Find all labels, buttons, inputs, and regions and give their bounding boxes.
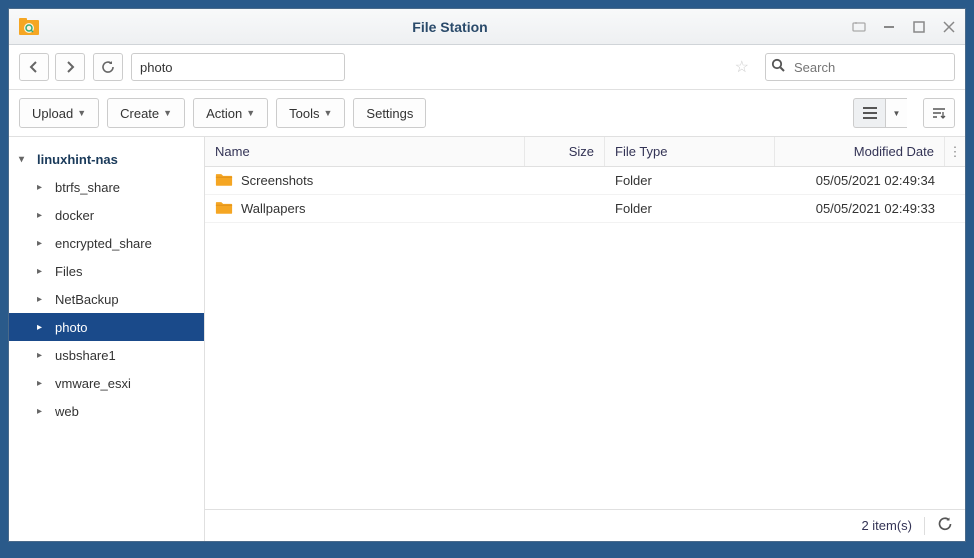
titlebar: File Station [9,9,965,45]
toolbar: Upload▼ Create▼ Action▼ Tools▼ Settings … [9,90,965,137]
sidebar-item-photo[interactable]: ▸ photo [9,313,204,341]
sidebar-item-label: usbshare1 [55,348,116,363]
tree-root-item[interactable]: ▾ linuxhint-nas [9,145,204,173]
search-icon [771,58,786,76]
help-icon[interactable] [851,19,867,35]
tree-root-label: linuxhint-nas [37,152,118,167]
table-row[interactable]: Screenshots Folder05/05/2021 02:49:34 [205,167,965,195]
app-icon [17,15,41,39]
search-input[interactable] [765,53,955,81]
minimize-icon[interactable] [881,19,897,35]
caret-down-icon: ▼ [893,109,901,118]
divider [924,517,925,535]
caret-down-icon: ▼ [246,108,255,118]
sidebar-item-label: btrfs_share [55,180,120,195]
close-icon[interactable] [941,19,957,35]
expand-right-icon: ▸ [37,406,51,417]
statusbar: 2 item(s) [205,509,965,541]
toolbar-left: Upload ▼ Create ▼ [19,98,185,128]
expand-right-icon: ▸ [37,182,51,193]
sidebar: ▾ linuxhint-nas ▸ btrfs_share ▸ docker ▸ encr… [9,137,205,541]
column-name[interactable]: Name [205,137,525,166]
sidebar-item-label: web [55,404,79,419]
column-headers: Name Size File Type Modified Date ⋮ [205,137,965,167]
window: File Station [8,8,966,542]
sidebar-item-label: vmware_esxi [55,376,131,391]
upload-button[interactable]: Upload ▼ [19,98,99,128]
sort-button[interactable] [923,98,955,128]
row-name: Wallpapers [241,201,306,216]
search-wrap [765,53,955,81]
expand-right-icon: ▸ [37,238,51,249]
row-name: Screenshots [241,173,313,188]
reload-button[interactable] [93,53,123,81]
sidebar-item-label: NetBackup [55,292,119,307]
refresh-icon[interactable] [937,516,953,535]
upload-label: Upload [32,106,73,121]
expand-right-icon: ▸ [37,322,51,333]
forward-button[interactable] [55,53,85,81]
sidebar-item-web[interactable]: ▸ web [9,397,204,425]
view-list-button[interactable] [853,98,885,128]
settings-button[interactable]: Settings [353,98,426,128]
tree-root: ▾ linuxhint-nas ▸ btrfs_share ▸ docker ▸ encr… [9,141,204,429]
window-controls [851,19,957,35]
column-size[interactable]: Size [525,137,605,166]
expand-right-icon: ▸ [37,210,51,221]
row-modified: 05/05/2021 02:49:33 [775,201,945,216]
file-rows: Screenshots Folder05/05/2021 02:49:34 Wall… [205,167,965,509]
sidebar-item-encrypted-share[interactable]: ▸ encrypted_share [9,229,204,257]
create-label: Create [120,106,159,121]
caret-down-icon: ▼ [77,108,86,118]
row-type: Folder [605,173,775,188]
action-label: Action [206,106,242,121]
row-type: Folder [605,201,775,216]
sidebar-item-label: encrypted_share [55,236,152,251]
app-title: File Station [49,19,851,35]
caret-down-icon: ▼ [324,108,333,118]
sidebar-item-label: photo [55,320,88,335]
tools-button[interactable]: Tools ▼ [276,98,345,128]
back-button[interactable] [19,53,49,81]
status-count: 2 item(s) [861,518,912,533]
action-button[interactable]: Action ▼ [193,98,268,128]
favorite-icon[interactable]: ☆ [735,57,749,77]
nav-group [19,53,85,81]
column-menu-icon[interactable]: ⋮ [945,137,965,166]
view-mode-group: ▼ [853,98,907,128]
settings-label: Settings [366,106,413,121]
sidebar-item-vmware-esxi[interactable]: ▸ vmware_esxi [9,369,204,397]
sidebar-item-docker[interactable]: ▸ docker [9,201,204,229]
sidebar-item-netbackup[interactable]: ▸ NetBackup [9,285,204,313]
sidebar-item-files[interactable]: ▸ Files [9,257,204,285]
sidebar-item-usbshare1[interactable]: ▸ usbshare1 [9,341,204,369]
expand-right-icon: ▸ [37,294,51,305]
tree-children: ▸ btrfs_share ▸ docker ▸ encrypted_share ▸ File… [9,173,204,425]
expand-right-icon: ▸ [37,378,51,389]
column-modified[interactable]: Modified Date [775,137,945,166]
expand-down-icon: ▾ [19,154,33,165]
expand-right-icon: ▸ [37,350,51,361]
tools-label: Tools [289,106,319,121]
sidebar-item-label: docker [55,208,94,223]
expand-right-icon: ▸ [37,266,51,277]
pathbar: ☆ [9,45,965,90]
maximize-icon[interactable] [911,19,927,35]
sidebar-item-btrfs-share[interactable]: ▸ btrfs_share [9,173,204,201]
create-button[interactable]: Create ▼ [107,98,185,128]
file-pane: Name Size File Type Modified Date ⋮ Scre… [205,137,965,541]
column-type[interactable]: File Type [605,137,775,166]
sidebar-item-label: Files [55,264,82,279]
content: ▾ linuxhint-nas ▸ btrfs_share ▸ docker ▸ encr… [9,137,965,541]
path-input-wrap: ☆ [131,53,757,81]
caret-down-icon: ▼ [163,108,172,118]
table-row[interactable]: Wallpapers Folder05/05/2021 02:49:33 [205,195,965,223]
view-dropdown-button[interactable]: ▼ [885,98,907,128]
folder-icon [215,172,233,190]
folder-icon [215,200,233,218]
path-input[interactable] [131,53,345,81]
row-modified: 05/05/2021 02:49:34 [775,173,945,188]
